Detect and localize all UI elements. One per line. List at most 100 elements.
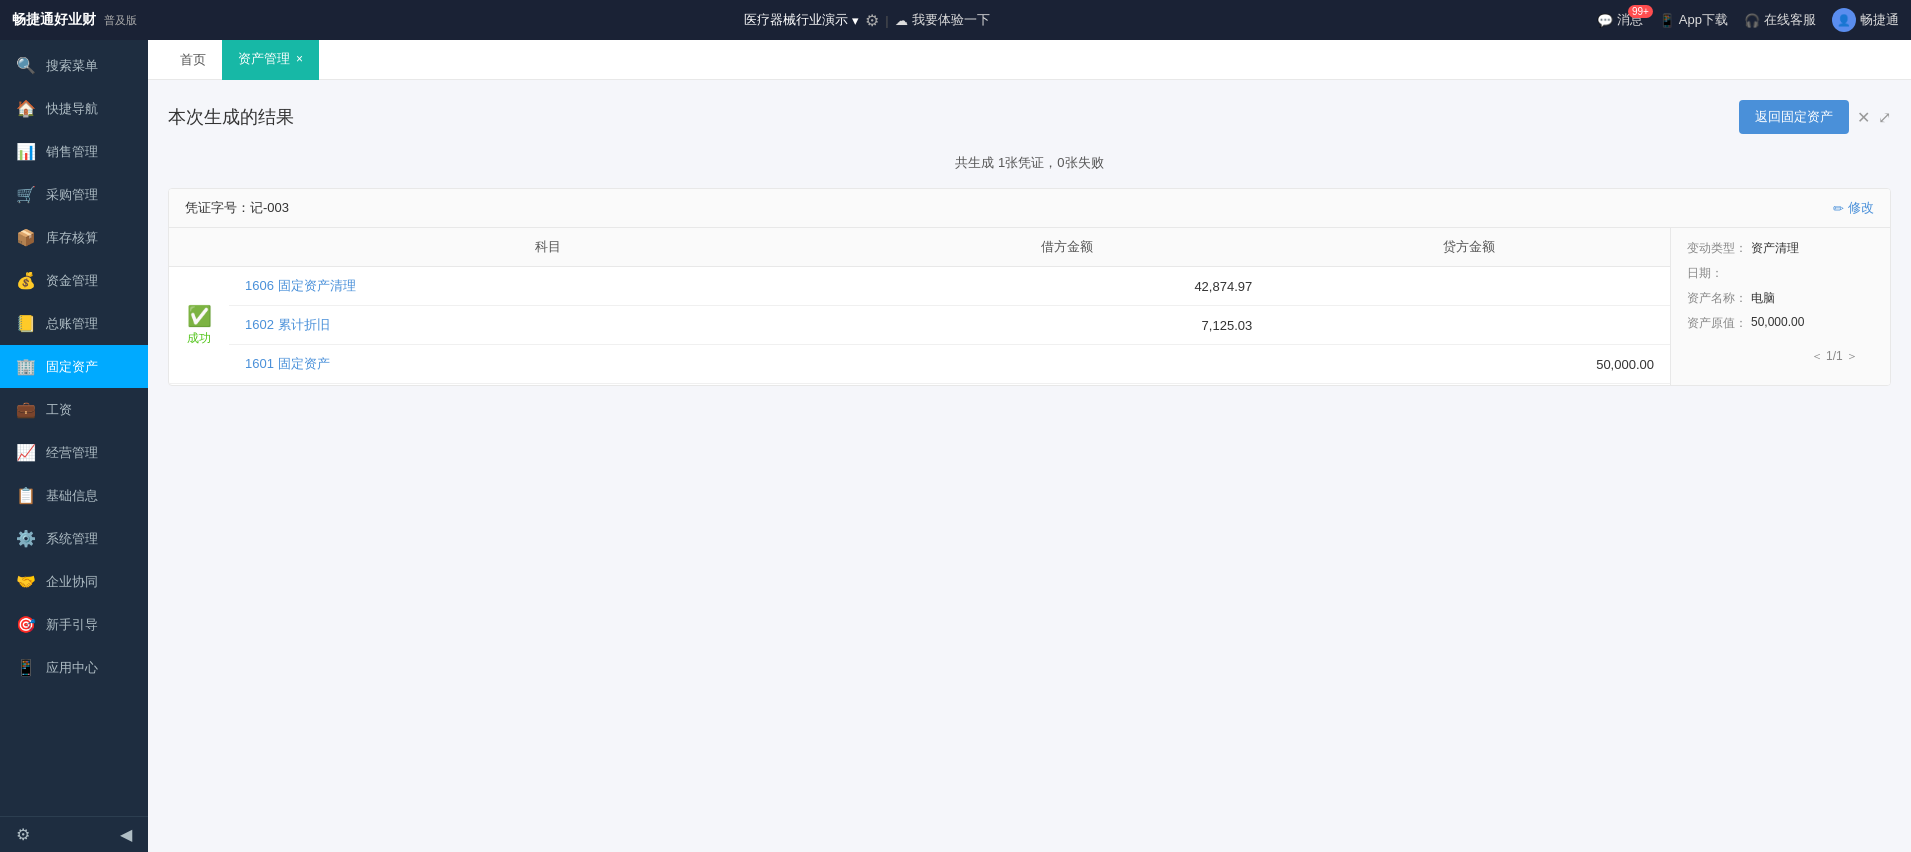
next-page-btn[interactable]: ＞: [1846, 349, 1858, 363]
sidebar-item-ledger[interactable]: 📒 总账管理: [0, 302, 148, 345]
avatar: 👤: [1832, 8, 1856, 32]
trial-button[interactable]: ☁ 我要体验一下: [895, 11, 990, 29]
top-bar-right: 💬 消息 99+ 📱 App下载 🎧 在线客服 👤 畅捷通: [1597, 8, 1899, 32]
sidebar-item-payroll[interactable]: 💼 工资: [0, 388, 148, 431]
messages-item[interactable]: 💬 消息 99+: [1597, 11, 1643, 29]
company-selector[interactable]: 医疗器械行业演示 ▾: [744, 11, 859, 29]
sidebar-label-cooperation: 企业协同: [46, 573, 98, 591]
sidebar-label-inventory: 库存核算: [46, 229, 98, 247]
sidebar-item-inventory[interactable]: 📦 库存核算: [0, 216, 148, 259]
sidebar-label-app-center: 应用中心: [46, 659, 98, 677]
sidebar-item-guide[interactable]: 🎯 新手引导: [0, 603, 148, 646]
sales-icon: 📊: [16, 142, 36, 161]
sidebar-item-finance[interactable]: 💰 资金管理: [0, 259, 148, 302]
settings-bottom-icon[interactable]: ⚙: [16, 825, 30, 844]
sidebar-label-basic-info: 基础信息: [46, 487, 98, 505]
sidebar-item-app-center[interactable]: 📱 应用中心: [0, 646, 148, 689]
sidebar-label-search: 搜索菜单: [46, 57, 98, 75]
side-panel-row-date: 日期：: [1687, 265, 1874, 282]
sidebar-label-purchase: 采购管理: [46, 186, 98, 204]
quick-nav-icon: 🏠: [16, 99, 36, 118]
operations-icon: 📈: [16, 443, 36, 462]
table-row: 1602 累计折旧 7,125.03: [169, 306, 1670, 345]
tab-assets[interactable]: 资产管理 ×: [222, 40, 319, 80]
debit-header: 借方金额: [866, 228, 1268, 267]
close-panel-button[interactable]: ✕: [1857, 108, 1870, 127]
message-icon: 💬: [1597, 13, 1613, 28]
tab-home[interactable]: 首页: [164, 40, 222, 80]
company-name: 医疗器械行业演示: [744, 11, 848, 29]
subject-cell-2: 1602 累计折旧: [229, 306, 866, 345]
asset-name-label: 资产名称：: [1687, 290, 1747, 307]
sidebar-label-quick-nav: 快捷导航: [46, 100, 98, 118]
sidebar-item-operations[interactable]: 📈 经营管理: [0, 431, 148, 474]
original-value-value: 50,000.00: [1751, 315, 1804, 332]
subject-cell-3: 1601 固定资产: [229, 345, 866, 384]
sidebar-label-operations: 经营管理: [46, 444, 98, 462]
return-button[interactable]: 返回固定资产: [1739, 100, 1849, 134]
user-item[interactable]: 👤 畅捷通: [1832, 8, 1899, 32]
top-bar-center: 医疗器械行业演示 ▾ ⚙ | ☁ 我要体验一下: [744, 11, 989, 30]
sidebar-item-search[interactable]: 🔍 搜索菜单: [0, 44, 148, 87]
inventory-icon: 📦: [16, 228, 36, 247]
app-download-item[interactable]: 📱 App下载: [1659, 11, 1728, 29]
settings-icon[interactable]: ⚙: [865, 11, 879, 30]
online-service-label: 在线客服: [1764, 11, 1816, 29]
sidebar-item-system[interactable]: ⚙️ 系统管理: [0, 517, 148, 560]
credit-cell-3: 50,000.00: [1268, 345, 1670, 384]
user-name: 畅捷通: [1860, 11, 1899, 29]
change-type-label: 变动类型：: [1687, 240, 1747, 257]
page-info: 1/1: [1826, 349, 1846, 363]
sidebar-label-payroll: 工资: [46, 401, 72, 419]
system-icon: ⚙️: [16, 529, 36, 548]
messages-badge: 99+: [1628, 5, 1653, 18]
prev-page-btn[interactable]: ＜: [1811, 349, 1823, 363]
sidebar-label-guide: 新手引导: [46, 616, 98, 634]
tab-bar: 首页 资产管理 ×: [148, 40, 1911, 80]
sidebar-nav: 🔍 搜索菜单 🏠 快捷导航 📊 销售管理 🛒 采购管理 📦 库存核算 💰 资金管…: [0, 40, 148, 816]
collapse-icon[interactable]: ◀: [120, 825, 132, 844]
credit-header: 贷方金额: [1268, 228, 1670, 267]
sidebar-item-fixed-assets[interactable]: 🏢 固定资产: [0, 345, 148, 388]
page-content: 本次生成的结果 返回固定资产 ✕ ⤢ 共生成 1张凭证，0张失败 凭证字号：记-…: [148, 80, 1911, 852]
cloud-icon: ☁: [895, 13, 908, 28]
date-label: 日期：: [1687, 265, 1723, 282]
app-logo: 畅捷通好业财: [12, 11, 96, 29]
voucher-table: 科目 借方金额 贷方金额 ✅ 成: [169, 228, 1670, 384]
sidebar-item-purchase[interactable]: 🛒 采购管理: [0, 173, 148, 216]
voucher-number: 凭证字号：记-003: [185, 199, 289, 217]
status-cell: ✅ 成功: [169, 267, 229, 384]
expand-panel-button[interactable]: ⤢: [1878, 108, 1891, 127]
subject-header: 科目: [229, 228, 866, 267]
subject-cell-1: 1606 固定资产清理: [229, 267, 866, 306]
sidebar-bottom: ⚙ ◀: [0, 816, 148, 852]
cooperation-icon: 🤝: [16, 572, 36, 591]
debit-cell-2: 7,125.03: [866, 306, 1268, 345]
content-area: 首页 资产管理 × 本次生成的结果 返回固定资产 ✕ ⤢ 共生成 1张凭证，0张…: [148, 40, 1911, 852]
sidebar-label-fixed-assets: 固定资产: [46, 358, 98, 376]
guide-icon: 🎯: [16, 615, 36, 634]
trial-label: 我要体验一下: [912, 11, 990, 29]
credit-cell-1: [1268, 267, 1670, 306]
edit-button[interactable]: ✏ 修改: [1833, 199, 1874, 217]
sidebar-item-cooperation[interactable]: 🤝 企业协同: [0, 560, 148, 603]
online-service-item[interactable]: 🎧 在线客服: [1744, 11, 1816, 29]
table-section: 科目 借方金额 贷方金额 ✅ 成: [169, 228, 1670, 385]
table-row: 1601 固定资产 50,000.00: [169, 345, 1670, 384]
tab-assets-label: 资产管理: [238, 50, 290, 68]
purchase-icon: 🛒: [16, 185, 36, 204]
edit-label: 修改: [1848, 199, 1874, 217]
credit-cell-2: [1268, 306, 1670, 345]
voucher-card: 凭证字号：记-003 ✏ 修改 科目: [168, 188, 1891, 386]
sidebar-item-quick-nav[interactable]: 🏠 快捷导航: [0, 87, 148, 130]
asset-name-value: 电脑: [1751, 290, 1775, 307]
tab-close-icon[interactable]: ×: [296, 52, 303, 66]
sidebar-item-basic-info[interactable]: 📋 基础信息: [0, 474, 148, 517]
side-panel-row-name: 资产名称： 电脑: [1687, 290, 1874, 307]
ledger-icon: 📒: [16, 314, 36, 333]
change-type-value: 资产清理: [1751, 240, 1799, 257]
sidebar: 🔍 搜索菜单 🏠 快捷导航 📊 销售管理 🛒 采购管理 📦 库存核算 💰 资金管…: [0, 40, 148, 852]
sidebar-item-sales[interactable]: 📊 销售管理: [0, 130, 148, 173]
pagination: ＜ 1/1 ＞: [1687, 340, 1874, 373]
status-col-header: [169, 228, 229, 267]
